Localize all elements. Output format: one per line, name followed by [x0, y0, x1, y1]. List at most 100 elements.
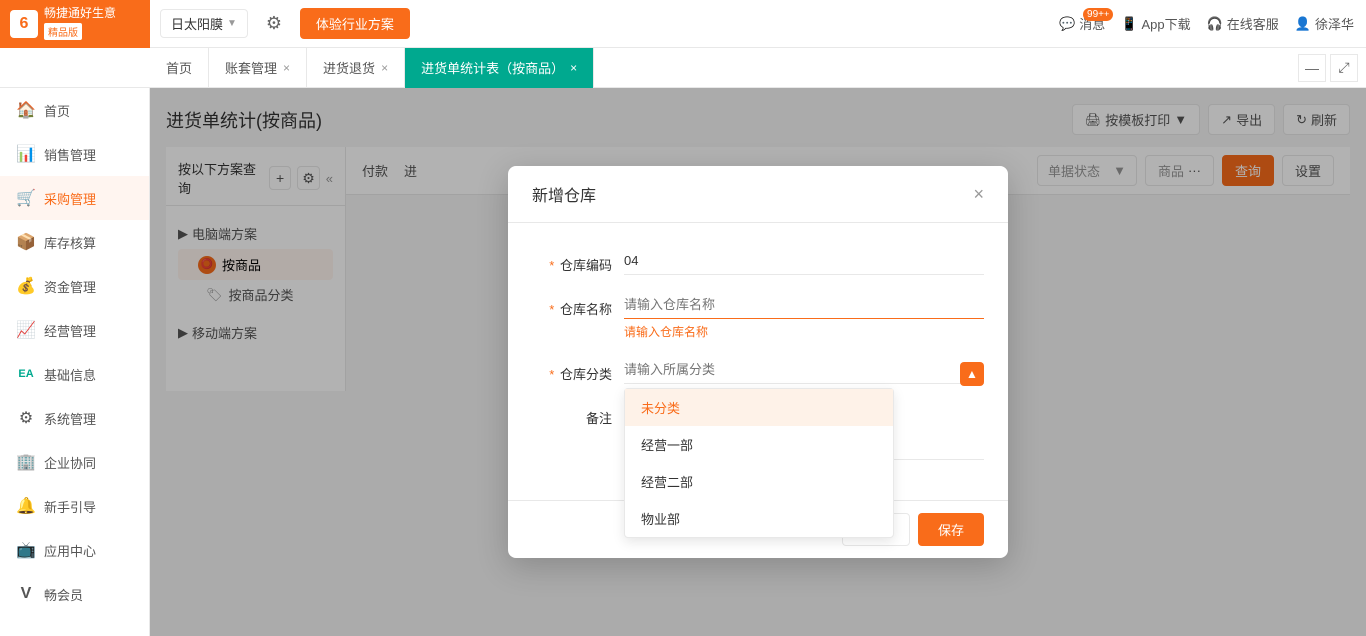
tab-purchase-stats[interactable]: 进货单统计表（按商品） ×: [405, 48, 594, 88]
trial-button[interactable]: 体验行业方案: [300, 8, 410, 39]
tab-purchase-return[interactable]: 进货退货 ×: [307, 48, 405, 88]
modal-overlay: 新增仓库 × * 仓库编码 *: [150, 88, 1366, 636]
inventory-icon: 📦: [16, 232, 36, 252]
tab-purchase-return-label: 进货退货: [323, 58, 375, 77]
modal-new-warehouse: 新增仓库 × * 仓库编码 *: [508, 166, 1008, 558]
dropdown-item-1[interactable]: 经营一部: [625, 426, 893, 463]
modal-close-btn[interactable]: ×: [973, 184, 984, 205]
user-item[interactable]: 👤 徐泽华: [1295, 14, 1354, 33]
sidebar-label-basic-info: 基础信息: [44, 365, 96, 384]
sidebar-item-finance[interactable]: 💰 资金管理: [0, 264, 149, 308]
tab-purchase-stats-label: 进货单统计表（按商品）: [421, 58, 564, 77]
sidebar-item-guide[interactable]: 🔔 新手引导: [0, 484, 149, 528]
purchase-icon: 🛒: [16, 188, 36, 208]
guide-icon: 🔔: [16, 496, 36, 516]
user-name: 徐泽华: [1315, 14, 1354, 33]
store-name: 日太阳膜: [171, 14, 223, 33]
tabbar: 首页 账套管理 × 进货退货 × 进货单统计表（按商品） × — ⤢: [0, 48, 1366, 88]
content-area: 进货单统计(按商品) 🖨 按模板打印 ▼ ↗ 导出 ↻ 刷新: [150, 88, 1366, 636]
sidebar-item-purchase[interactable]: 🛒 采购管理: [0, 176, 149, 220]
category-arrow-btn[interactable]: ▲: [960, 362, 984, 386]
warehouse-code-input[interactable]: [624, 247, 984, 275]
operation-icon: 📈: [16, 320, 36, 340]
tab-purchase-return-close[interactable]: ×: [381, 61, 388, 75]
form-row-code: * 仓库编码: [532, 247, 984, 275]
basic-info-icon: EA: [16, 364, 36, 384]
service-item[interactable]: 🎧 在线客服: [1207, 14, 1279, 33]
sidebar-label-system: 系统管理: [44, 409, 96, 428]
save-button[interactable]: 保存: [918, 513, 984, 546]
category-input[interactable]: [624, 356, 984, 384]
logo-badge: 精品版: [44, 23, 82, 40]
sidebar-label-purchase: 采购管理: [44, 189, 96, 208]
sidebar-item-member[interactable]: V 畅会员: [0, 572, 149, 616]
name-label: * 仓库名称: [532, 291, 612, 318]
enterprise-icon: 🏢: [16, 452, 36, 472]
tab-accounts-label: 账套管理: [225, 58, 277, 77]
dropdown-item-3[interactable]: 物业部: [625, 500, 893, 537]
sidebar-label-operation: 经营管理: [44, 321, 96, 340]
tabbar-actions: — ⤢: [1298, 54, 1366, 82]
home-icon: 🏠: [16, 100, 36, 120]
logo-area: 6 畅捷通好生意 精品版: [0, 0, 150, 48]
message-icon: 💬: [1059, 16, 1075, 32]
sidebar-item-system[interactable]: ⚙ 系统管理: [0, 396, 149, 440]
sidebar-label-member: 畅会员: [44, 585, 83, 604]
category-select-wrapper: ▲ 未分类 经营一部 经营二部 物业部: [624, 356, 984, 384]
app-download-item[interactable]: 📱 App下载: [1121, 14, 1190, 33]
member-icon: V: [16, 584, 36, 604]
app-label: App下载: [1141, 14, 1190, 33]
sidebar-label-sales: 销售管理: [44, 145, 96, 164]
main-layout: 🏠 首页 📊 销售管理 🛒 采购管理 📦 库存核算 💰 资金管理 📈 经营管理 …: [0, 88, 1366, 636]
sidebar-label-inventory: 库存核算: [44, 233, 96, 252]
service-icon: 🎧: [1207, 16, 1223, 32]
name-error-msg: 请输入仓库名称: [624, 323, 984, 340]
category-dropdown: 未分类 经营一部 经营二部 物业部: [624, 388, 894, 538]
topbar-right: 💬 消息 99++ 📱 App下载 🎧 在线客服 👤 徐泽华: [1059, 14, 1354, 33]
tab-expand-btn[interactable]: ⤢: [1330, 54, 1358, 82]
sidebar-item-operation[interactable]: 📈 经营管理: [0, 308, 149, 352]
dropdown-item-2[interactable]: 经营二部: [625, 463, 893, 500]
sidebar-label-finance: 资金管理: [44, 277, 96, 296]
finance-icon: 💰: [16, 276, 36, 296]
topbar: 6 畅捷通好生意 精品版 日太阳膜 ▼ ⚙ 体验行业方案 💬 消息 99++ 📱…: [0, 0, 1366, 48]
sidebar-label-apps: 应用中心: [44, 541, 96, 560]
message-item[interactable]: 💬 消息 99++: [1059, 14, 1105, 33]
tab-minimize-btn[interactable]: —: [1298, 54, 1326, 82]
sidebar-item-home[interactable]: 🏠 首页: [0, 88, 149, 132]
sidebar-item-sales[interactable]: 📊 销售管理: [0, 132, 149, 176]
user-icon: 👤: [1295, 16, 1311, 32]
modal-title: 新增仓库: [532, 182, 596, 206]
sidebar-label-home: 首页: [44, 101, 70, 120]
tab-accounts-close[interactable]: ×: [283, 61, 290, 75]
dropdown-item-0[interactable]: 未分类: [625, 389, 893, 426]
tab-accounts[interactable]: 账套管理 ×: [209, 48, 307, 88]
apps-icon: 📺: [16, 540, 36, 560]
system-icon: ⚙: [16, 408, 36, 428]
store-selector[interactable]: 日太阳膜 ▼: [160, 9, 248, 38]
category-label: * 仓库分类: [532, 356, 612, 383]
tab-purchase-stats-close[interactable]: ×: [570, 61, 577, 75]
message-badge: 99++: [1083, 8, 1113, 21]
form-row-name: * 仓库名称 请输入仓库名称: [532, 291, 984, 340]
sidebar: 🏠 首页 📊 销售管理 🛒 采购管理 📦 库存核算 💰 资金管理 📈 经营管理 …: [0, 88, 150, 636]
sidebar-item-inventory[interactable]: 📦 库存核算: [0, 220, 149, 264]
sidebar-item-basic-info[interactable]: EA 基础信息: [0, 352, 149, 396]
logo-icon: 6: [10, 10, 38, 38]
sidebar-label-guide: 新手引导: [44, 497, 96, 516]
sidebar-item-enterprise[interactable]: 🏢 企业协同: [0, 440, 149, 484]
name-input-wrapper: 请输入仓库名称: [624, 291, 984, 340]
store-selector-arrow: ▼: [227, 18, 237, 29]
form-row-category: * 仓库分类 ▲ 未分类 经营一部 经营二部 物业部: [532, 356, 984, 384]
notes-label: 备注: [532, 400, 612, 427]
tab-home[interactable]: 首页: [150, 48, 209, 88]
service-label: 在线客服: [1227, 14, 1279, 33]
logo-line1: 畅捷通好生意: [44, 6, 116, 22]
warehouse-name-input[interactable]: [624, 291, 984, 319]
modal-header: 新增仓库 ×: [508, 166, 1008, 223]
sales-icon: 📊: [16, 144, 36, 164]
app-icon: 📱: [1121, 16, 1137, 32]
code-label: * 仓库编码: [532, 247, 612, 274]
sidebar-item-apps[interactable]: 📺 应用中心: [0, 528, 149, 572]
settings-icon[interactable]: ⚙: [258, 8, 290, 40]
